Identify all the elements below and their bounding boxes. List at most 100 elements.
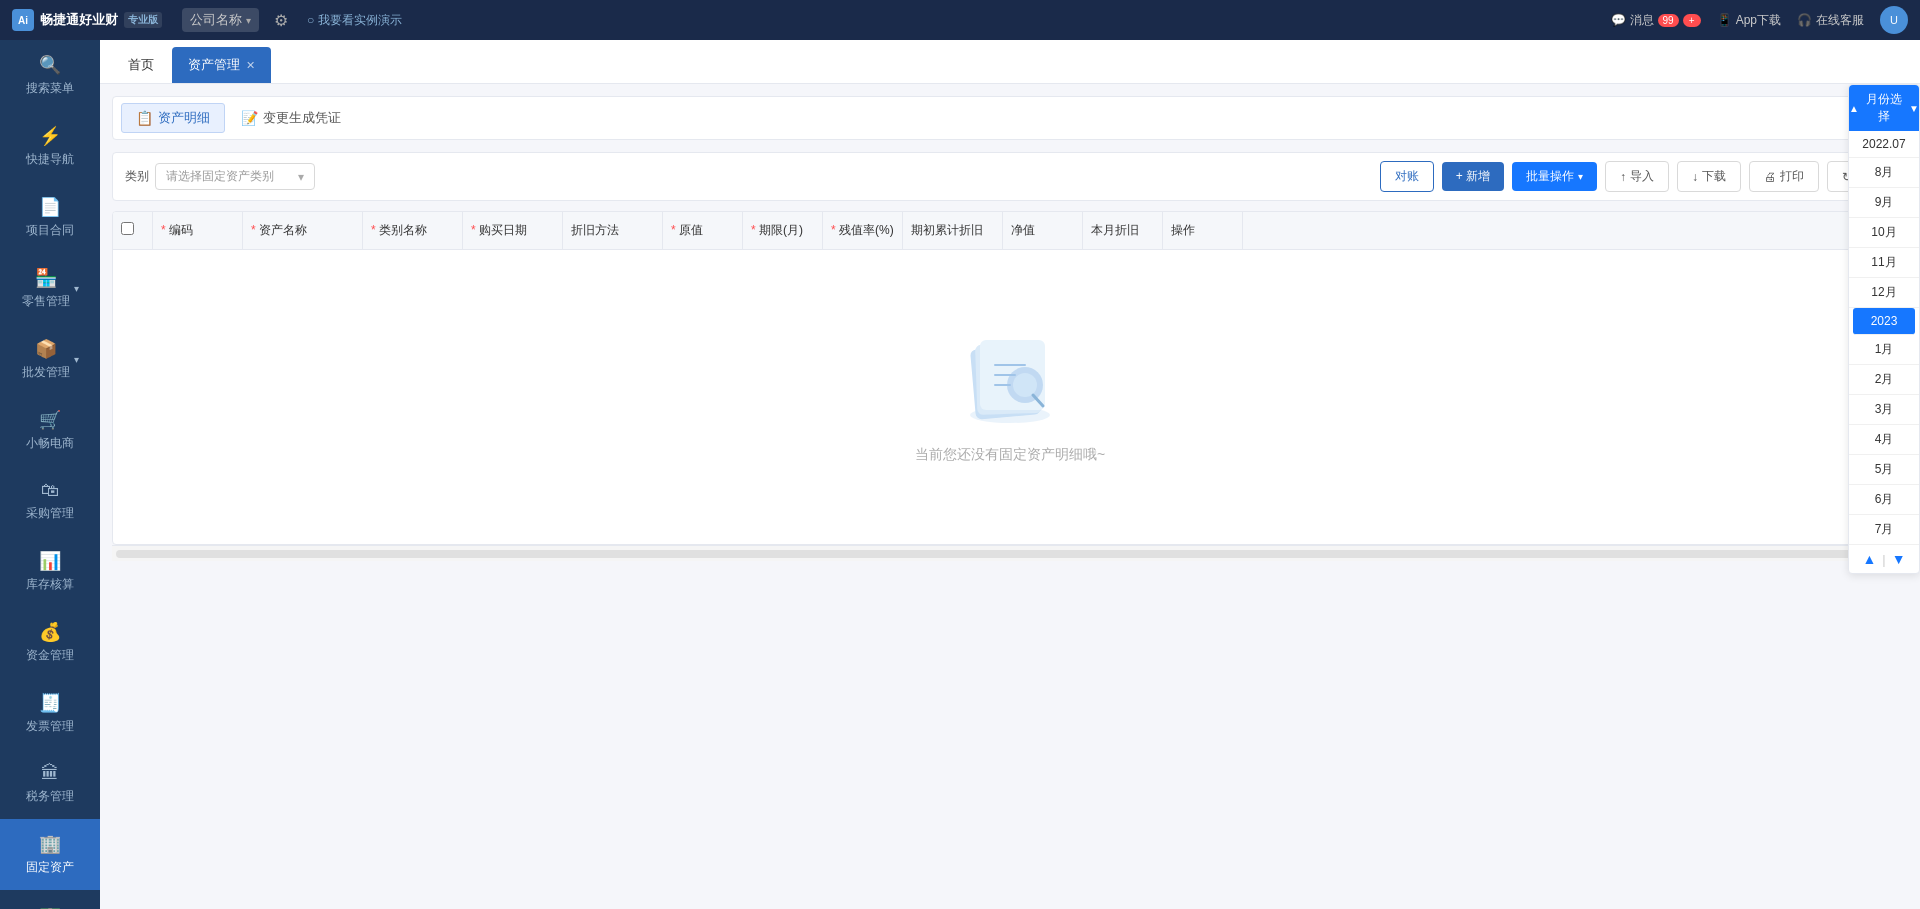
chevron-down-icon: ▾ <box>246 15 251 26</box>
print-button[interactable]: 🖨 打印 <box>1749 161 1819 192</box>
app-icon: 📱 <box>1717 13 1732 27</box>
col-monthly-depreciation: 本月折旧 <box>1083 212 1163 249</box>
purchase-icon: 🛍 <box>0 480 100 501</box>
tab-asset-management[interactable]: 资产管理 ✕ <box>172 47 271 83</box>
message-plus: + <box>1683 14 1701 27</box>
download-button[interactable]: ↓ 下载 <box>1677 161 1741 192</box>
logo-icon: Ai <box>12 9 34 31</box>
sub-tab-detail[interactable]: 📋 资产明细 <box>121 103 225 133</box>
company-selector[interactable]: 公司名称 ▾ <box>182 8 259 32</box>
user-avatar[interactable]: U <box>1880 6 1908 34</box>
settings-button[interactable]: ⚙ <box>267 6 295 34</box>
col-accumulated: 期初累计折旧 <box>903 212 1003 249</box>
sidebar-item-tax[interactable]: 🏛 税务管理 <box>0 749 100 819</box>
empty-text: 当前您还没有固定资产明细哦~ <box>915 446 1105 464</box>
month-panel-footer: ▲ | ▼ <box>1849 545 1919 573</box>
detail-icon: 📋 <box>136 110 153 126</box>
category-arrow-icon: ▾ <box>298 170 304 184</box>
col-category: * 类别名称 <box>363 212 463 249</box>
fixedassets-icon: 🏢 <box>0 833 100 855</box>
retail-arrow-icon: ▾ <box>74 283 79 294</box>
category-dropdown[interactable]: 请选择固定资产类别 ▾ <box>155 163 315 190</box>
voucher-icon: 📝 <box>241 110 258 126</box>
month-item-1[interactable]: 1月 <box>1849 335 1919 365</box>
sub-tab-bar: 📋 资产明细 📝 变更生成凭证 <box>112 96 1908 140</box>
brand: Ai 畅捷通好业财 专业版 <box>12 9 162 31</box>
app-download-button[interactable]: 📱 App下载 <box>1717 12 1781 29</box>
sidebar-label-fixedassets: 固定资产 <box>0 859 100 876</box>
search-icon: 🔍 <box>0 54 100 76</box>
col-checkbox[interactable] <box>113 212 153 249</box>
col-net-value: 净值 <box>1003 212 1083 249</box>
month-item-9[interactable]: 9月 <box>1849 188 1919 218</box>
col-asset-name: * 资产名称 <box>243 212 363 249</box>
month-item-8[interactable]: 8月 <box>1849 158 1919 188</box>
add-button[interactable]: + 新增 <box>1442 162 1504 191</box>
sidebar-item-retail[interactable]: 🏪 零售管理 ▾ <box>0 253 100 324</box>
retail-icon: 🏪 <box>22 267 70 289</box>
sidebar-item-ecommerce[interactable]: 🛒 小畅电商 <box>0 395 100 466</box>
month-list: 2022.07 8月 9月 10月 11月 12月 <box>1849 131 1919 545</box>
sidebar-item-search[interactable]: 🔍 搜索菜单 <box>0 40 100 111</box>
month-item-3[interactable]: 3月 <box>1849 395 1919 425</box>
month-item-4[interactable]: 4月 <box>1849 425 1919 455</box>
month-down-arrow-icon[interactable]: ▼ <box>1909 103 1919 114</box>
import-button[interactable]: ↑ 导入 <box>1605 161 1669 192</box>
message-button[interactable]: 💬 消息 99 + <box>1611 12 1701 29</box>
month-item-2023[interactable]: 2023 <box>1853 308 1915 335</box>
user-initials: U <box>1890 14 1898 26</box>
scroll-track[interactable] <box>116 550 1904 558</box>
tab-bar: 首页 资产管理 ✕ <box>100 40 1920 84</box>
sidebar-label-invoice: 发票管理 <box>0 718 100 735</box>
sidebar-item-wholesale[interactable]: 📦 批发管理 ▾ <box>0 324 100 395</box>
sidebar-item-salary[interactable]: 💵 工资 <box>0 890 100 909</box>
table-container: * 编码 * 资产名称 * 类别名称 * 购买日期 <box>112 211 1908 545</box>
sidebar-item-purchase[interactable]: 🛍 采购管理 <box>0 466 100 536</box>
tab-close-icon[interactable]: ✕ <box>246 59 255 72</box>
batch-button[interactable]: 批量操作 ▾ <box>1512 162 1597 191</box>
top-bar: Ai 畅捷通好业财 专业版 公司名称 ▾ ⚙ ○ 我要看实例演示 💬 消息 99… <box>0 0 1920 40</box>
month-item-5[interactable]: 5月 <box>1849 455 1919 485</box>
demo-link[interactable]: ○ 我要看实例演示 <box>307 12 402 29</box>
month-item-12[interactable]: 12月 <box>1849 278 1919 308</box>
download-icon: ↓ <box>1692 170 1698 184</box>
project-icon: 📄 <box>0 196 100 218</box>
month-item-year[interactable]: 2022.07 <box>1849 131 1919 158</box>
invoice-icon: 🧾 <box>0 692 100 714</box>
month-item-2[interactable]: 2月 <box>1849 365 1919 395</box>
dui-zhang-button[interactable]: 对账 <box>1380 161 1434 192</box>
online-service-button[interactable]: 🎧 在线客服 <box>1797 12 1864 29</box>
sidebar-item-quicknav[interactable]: ⚡ 快捷导航 <box>0 111 100 182</box>
sidebar-item-finance[interactable]: 💰 资金管理 <box>0 607 100 678</box>
col-original-value: * 原值 <box>663 212 743 249</box>
tab-home[interactable]: 首页 <box>112 47 170 83</box>
month-item-11[interactable]: 11月 <box>1849 248 1919 278</box>
scroll-area[interactable] <box>112 545 1908 561</box>
inventory-icon: 📊 <box>0 550 100 572</box>
month-panel-title: 月份选择 <box>1863 91 1905 125</box>
month-item-7[interactable]: 7月 <box>1849 515 1919 545</box>
sidebar-item-fixedassets[interactable]: 🏢 固定资产 <box>0 819 100 890</box>
sidebar-item-inventory[interactable]: 📊 库存核算 <box>0 536 100 607</box>
wholesale-icon: 📦 <box>22 338 70 360</box>
month-item-10[interactable]: 10月 <box>1849 218 1919 248</box>
toolbar: 类别 请选择固定资产类别 ▾ 对账 + 新增 批量操作 ▾ <box>112 152 1908 201</box>
ecommerce-icon: 🛒 <box>0 409 100 431</box>
sidebar-item-project[interactable]: 📄 项目合同 <box>0 182 100 253</box>
sidebar-label-finance: 资金管理 <box>0 647 100 664</box>
select-all-checkbox[interactable] <box>121 222 134 235</box>
sidebar-label-quicknav: 快捷导航 <box>0 151 100 168</box>
month-panel-nav-down[interactable]: ▼ <box>1892 551 1906 567</box>
month-up-arrow-icon[interactable]: ▲ <box>1849 103 1859 114</box>
wholesale-arrow-icon: ▾ <box>74 354 79 365</box>
sub-tab-voucher[interactable]: 📝 变更生成凭证 <box>227 104 355 132</box>
sidebar-item-invoice[interactable]: 🧾 发票管理 <box>0 678 100 749</box>
sub-tag: 专业版 <box>124 12 162 28</box>
col-purchase-date: * 购买日期 <box>463 212 563 249</box>
table-header: * 编码 * 资产名称 * 类别名称 * 购买日期 <box>113 212 1907 250</box>
category-label: 类别 <box>125 168 149 185</box>
col-depreciation-method: 折旧方法 <box>563 212 663 249</box>
category-filter: 类别 请选择固定资产类别 ▾ <box>125 163 315 190</box>
month-item-6[interactable]: 6月 <box>1849 485 1919 515</box>
month-panel-nav-up[interactable]: ▲ <box>1862 551 1876 567</box>
